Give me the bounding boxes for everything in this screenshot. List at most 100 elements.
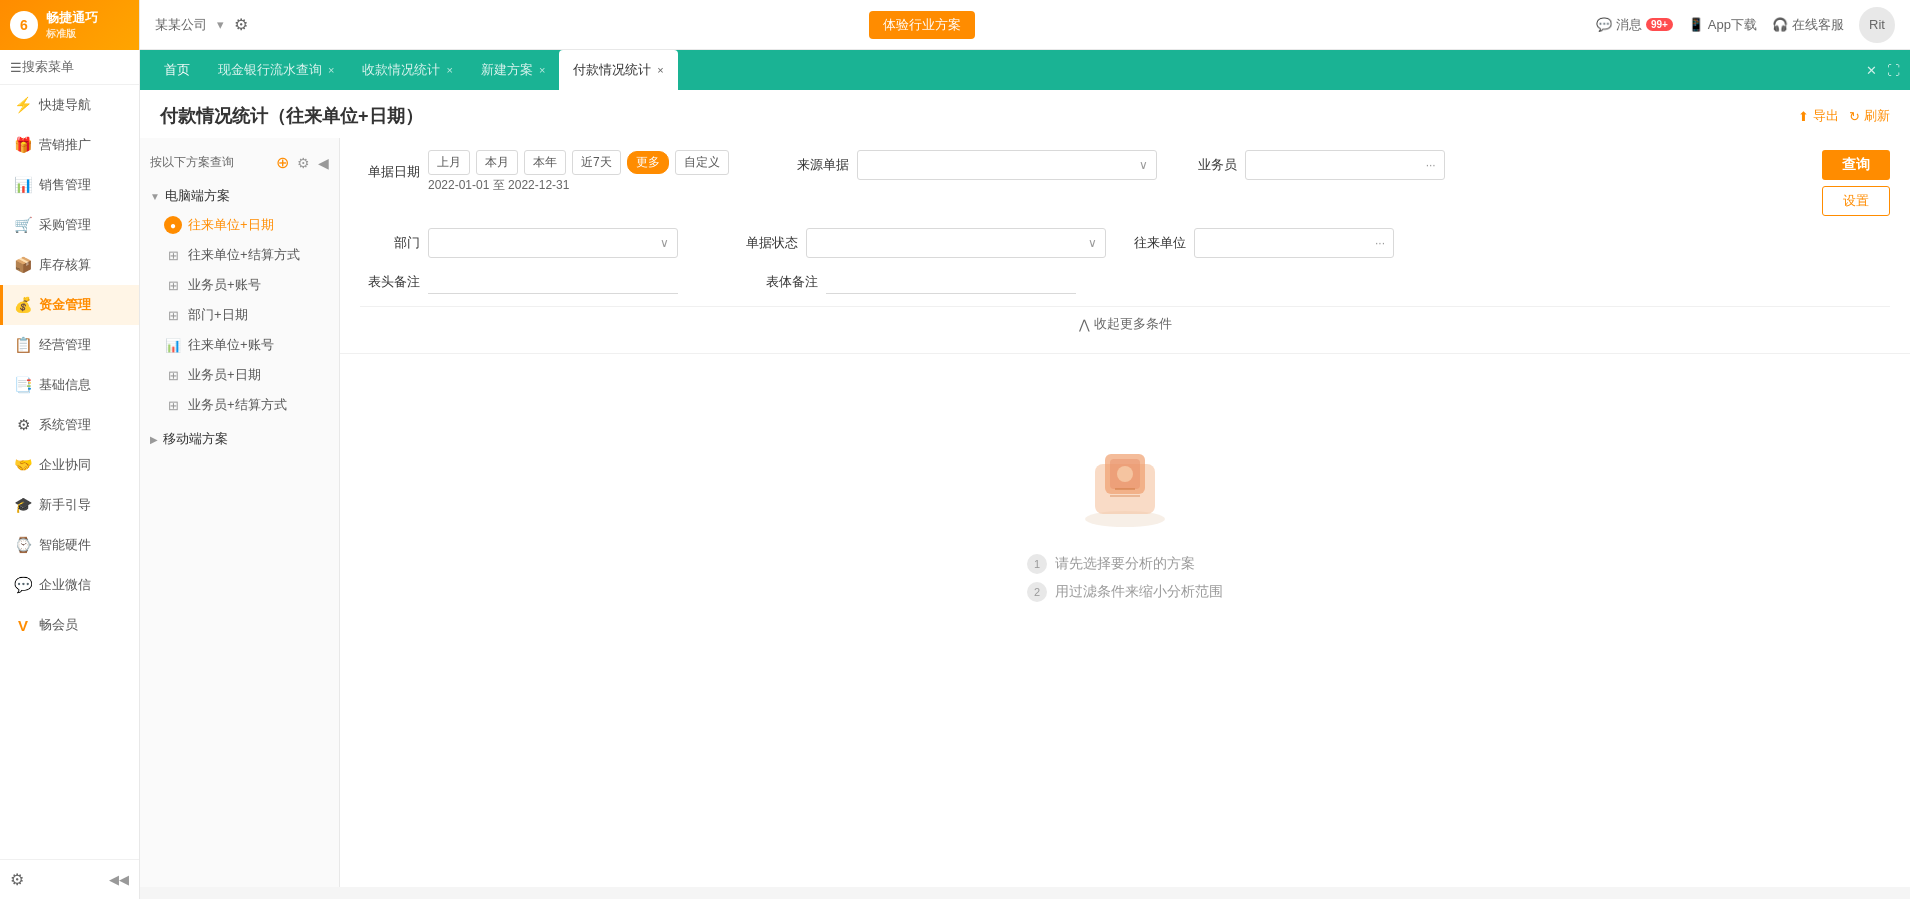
body-note-input[interactable] — [826, 270, 1076, 294]
scheme-grid-icon2: ⊞ — [164, 276, 182, 294]
avatar-text: Rit — [1869, 17, 1885, 32]
sidebar-item-quick-nav[interactable]: ⚡ 快捷导航 — [0, 85, 139, 125]
source-select[interactable]: ∨ — [857, 150, 1157, 180]
tip-number-2: 2 — [1027, 582, 1047, 602]
counterpart-select[interactable]: ··· — [1194, 228, 1394, 258]
guide-icon: 🎓 — [13, 495, 33, 515]
filter-item-source: 来源单据 ∨ — [789, 150, 1157, 180]
collapse-panel-icon[interactable]: ◀ — [318, 155, 329, 171]
mobile-group-title[interactable]: ▶ 移动端方案 — [140, 425, 339, 453]
sidebar-collapse-icon[interactable]: ◀◀ — [109, 872, 129, 887]
scheme-item-staff-date[interactable]: ⊞ 业务员+日期 — [140, 360, 339, 390]
settings-button[interactable]: 设置 — [1822, 186, 1890, 216]
tab-home-label: 首页 — [164, 61, 190, 79]
operation-icon: 📋 — [13, 335, 33, 355]
tab-new-scheme-close[interactable]: × — [539, 64, 545, 76]
sidebar-item-marketing[interactable]: 🎁 营销推广 — [0, 125, 139, 165]
scheme-item-staff-settlement[interactable]: ⊞ 业务员+结算方式 — [140, 390, 339, 420]
desktop-group-title[interactable]: ▼ 电脑端方案 — [140, 182, 339, 210]
scheme-item-dept-date[interactable]: ⊞ 部门+日期 — [140, 300, 339, 330]
filter-row-1: 单据日期 上月 本月 本年 近7天 更多 自定义 20 — [360, 150, 1890, 216]
sidebar-item-label: 采购管理 — [39, 216, 91, 234]
sidebar-item-purchase[interactable]: 🛒 采购管理 — [0, 205, 139, 245]
tab-new-scheme[interactable]: 新建方案 × — [467, 50, 559, 90]
header-note-input[interactable] — [428, 270, 678, 294]
sidebar-item-hardware[interactable]: ⌚ 智能硬件 — [0, 525, 139, 565]
sidebar-item-basic[interactable]: 📑 基础信息 — [0, 365, 139, 405]
company-name: 某某公司 — [155, 16, 207, 34]
sidebar-item-sales[interactable]: 📊 销售管理 — [0, 165, 139, 205]
tip-text-2: 用过滤条件来缩小分析范围 — [1055, 583, 1223, 601]
date-btn-more[interactable]: 更多 — [627, 151, 669, 174]
dropdown-arrow-icon[interactable]: ▾ — [217, 17, 224, 32]
voucher-status-dropdown-icon: ∨ — [1088, 236, 1097, 250]
sidebar-item-label: 企业协同 — [39, 456, 91, 474]
tab-pay-stats-close[interactable]: × — [657, 64, 663, 76]
sidebar-item-label: 经营管理 — [39, 336, 91, 354]
tab-bank-flow-close[interactable]: × — [328, 64, 334, 76]
group-label: 电脑端方案 — [165, 187, 230, 205]
sidebar-item-system[interactable]: ⚙ 系统管理 — [0, 405, 139, 445]
body-note-label: 表体备注 — [758, 273, 818, 291]
query-button[interactable]: 查询 — [1822, 150, 1890, 180]
top-header: 某某公司 ▾ ⚙ 体验行业方案 💬 消息 99+ 📱 App下载 🎧 在线客服 … — [140, 0, 1910, 50]
staff-label: 业务员 — [1177, 156, 1237, 174]
message-action[interactable]: 💬 消息 99+ — [1596, 16, 1673, 34]
add-scheme-icon[interactable]: ⊕ — [276, 153, 289, 172]
sidebar-footer: ⚙ ◀◀ — [0, 859, 139, 899]
tab-expand-icon[interactable]: ⛶ — [1887, 63, 1900, 78]
scheme-item-label: 往来单位+结算方式 — [188, 246, 300, 264]
export-button[interactable]: ⬆ 导出 — [1798, 107, 1839, 125]
staff-select[interactable]: ··· — [1245, 150, 1445, 180]
tab-home[interactable]: 首页 — [150, 50, 204, 90]
try-industry-button[interactable]: 体验行业方案 — [869, 11, 975, 39]
filter-form: 单据日期 上月 本月 本年 近7天 更多 自定义 20 — [340, 138, 1910, 354]
filter-item-counterpart: 往来单位 ··· — [1126, 228, 1394, 258]
scheme-item-label: 往来单位+账号 — [188, 336, 274, 354]
inventory-icon: 📦 — [13, 255, 33, 275]
tab-pay-stats[interactable]: 付款情况统计 × — [559, 50, 677, 90]
main-area: 某某公司 ▾ ⚙ 体验行业方案 💬 消息 99+ 📱 App下载 🎧 在线客服 … — [140, 0, 1910, 899]
filter-item-body-note: 表体备注 — [758, 270, 1076, 294]
content-layout: 按以下方案查询 ⊕ ⚙ ◀ ▼ 电脑端方案 ● 往来单位+日期 — [140, 138, 1910, 887]
sidebar-item-guide[interactable]: 🎓 新手引导 — [0, 485, 139, 525]
refresh-button[interactable]: ↻ 刷新 — [1849, 107, 1890, 125]
scheme-grid-icon3: ⊞ — [164, 306, 182, 324]
tab-payment-stats[interactable]: 收款情况统计 × — [348, 50, 466, 90]
tab-close-all-icon[interactable]: ✕ — [1866, 63, 1877, 78]
source-dropdown-icon: ∨ — [1139, 158, 1148, 172]
sidebar-settings-icon[interactable]: ⚙ — [10, 870, 24, 889]
date-btn-this-month[interactable]: 本月 — [476, 150, 518, 175]
collapse-conditions-button[interactable]: ⋀ 收起更多条件 — [360, 306, 1890, 341]
dept-select[interactable]: ∨ — [428, 228, 678, 258]
date-btn-last-month[interactable]: 上月 — [428, 150, 470, 175]
date-btn-this-year[interactable]: 本年 — [524, 150, 566, 175]
filter-item-staff: 业务员 ··· — [1177, 150, 1445, 180]
user-avatar[interactable]: Rit — [1859, 7, 1895, 43]
sidebar-item-finance[interactable]: 💰 资金管理 — [0, 285, 139, 325]
app-download-action[interactable]: 📱 App下载 — [1688, 16, 1757, 34]
date-btn-7days[interactable]: 近7天 — [572, 150, 621, 175]
settings-scheme-icon[interactable]: ⚙ — [297, 155, 310, 171]
scheme-item-unit-account[interactable]: 📊 往来单位+账号 — [140, 330, 339, 360]
sidebar-item-search[interactable]: ☰ 搜索菜单 — [0, 50, 139, 85]
desktop-scheme-group: ▼ 电脑端方案 ● 往来单位+日期 ⊞ 往来单位+结算方式 ⊞ 业务员+账号 — [140, 182, 339, 420]
voucher-status-select[interactable]: ∨ — [806, 228, 1106, 258]
sidebar-item-inventory[interactable]: 📦 库存核算 — [0, 245, 139, 285]
filter-item-date: 单据日期 上月 本月 本年 近7天 更多 自定义 20 — [360, 150, 729, 194]
service-action[interactable]: 🎧 在线客服 — [1772, 16, 1844, 34]
quick-nav-icon: ⚡ — [13, 95, 33, 115]
sidebar-item-vip[interactable]: V 畅会员 — [0, 605, 139, 645]
scheme-item-staff-account[interactable]: ⊞ 业务员+账号 — [140, 270, 339, 300]
vip-icon: V — [13, 615, 33, 635]
date-btn-custom[interactable]: 自定义 — [675, 150, 729, 175]
header-settings-icon[interactable]: ⚙ — [234, 15, 248, 34]
sidebar-item-cooperation[interactable]: 🤝 企业协同 — [0, 445, 139, 485]
scheme-item-unit-settlement[interactable]: ⊞ 往来单位+结算方式 — [140, 240, 339, 270]
empty-state: 1 请先选择要分析的方案 2 用过滤条件来缩小分析范围 — [340, 354, 1910, 682]
tab-payment-stats-close[interactable]: × — [446, 64, 452, 76]
sidebar-item-wechat[interactable]: 💬 企业微信 — [0, 565, 139, 605]
tab-bank-flow[interactable]: 现金银行流水查询 × — [204, 50, 348, 90]
sidebar-item-operation[interactable]: 📋 经营管理 — [0, 325, 139, 365]
scheme-item-unit-date[interactable]: ● 往来单位+日期 — [140, 210, 339, 240]
